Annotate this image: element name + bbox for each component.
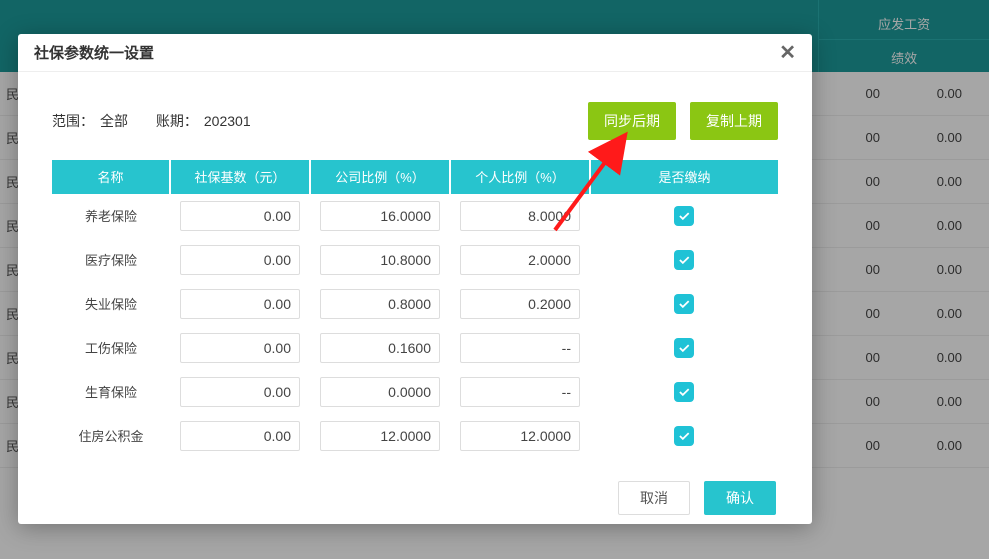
th-company: 公司比例（%） [310,160,450,194]
copy-prev-button[interactable]: 复制上期 [690,102,778,140]
modal-footer: 取消 确认 [18,472,812,524]
person-rate-input[interactable] [460,377,580,407]
base-input[interactable] [180,245,300,275]
company-rate-input[interactable] [320,421,440,451]
cancel-button[interactable]: 取消 [618,481,690,515]
company-rate-input[interactable] [320,201,440,231]
settings-table: 名称 社保基数（元） 公司比例（%） 个人比例（%） 是否缴纳 养老保险医疗保险… [52,160,778,458]
row-name: 养老保险 [52,194,170,238]
company-rate-input[interactable] [320,377,440,407]
enabled-checkbox[interactable] [674,426,694,446]
th-enabled: 是否缴纳 [590,160,778,194]
company-rate-input[interactable] [320,245,440,275]
base-input[interactable] [180,289,300,319]
close-icon[interactable]: ✕ [779,40,796,65]
table-row: 失业保险 [52,282,778,326]
modal-toolbar: 范围： 全部 账期： 202301 同步后期 复制上期 [52,102,778,140]
sync-later-button[interactable]: 同步后期 [588,102,676,140]
enabled-checkbox[interactable] [674,206,694,226]
modal-header: 社保参数统一设置 ✕ [18,34,812,72]
table-row: 医疗保险 [52,238,778,282]
enabled-checkbox[interactable] [674,250,694,270]
base-input[interactable] [180,333,300,363]
table-row: 工伤保险 [52,326,778,370]
person-rate-input[interactable] [460,201,580,231]
row-name: 失业保险 [52,282,170,326]
person-rate-input[interactable] [460,421,580,451]
table-row: 养老保险 [52,194,778,238]
social-settings-modal: 社保参数统一设置 ✕ 范围： 全部 账期： 202301 同步后期 复制上期 名称 … [18,34,812,524]
row-name: 医疗保险 [52,238,170,282]
modal-title: 社保参数统一设置 [34,42,154,63]
base-input[interactable] [180,377,300,407]
period-value: 202301 [204,113,251,129]
person-rate-input[interactable] [460,333,580,363]
base-input[interactable] [180,421,300,451]
scope-label: 范围： [52,113,94,129]
th-person: 个人比例（%） [450,160,590,194]
period-label: 账期： [156,113,198,129]
confirm-button[interactable]: 确认 [704,481,776,515]
th-name: 名称 [52,160,170,194]
enabled-checkbox[interactable] [674,338,694,358]
th-base: 社保基数（元） [170,160,310,194]
company-rate-input[interactable] [320,333,440,363]
row-name: 生育保险 [52,370,170,414]
enabled-checkbox[interactable] [674,382,694,402]
scope-value: 全部 [100,113,128,129]
person-rate-input[interactable] [460,289,580,319]
person-rate-input[interactable] [460,245,580,275]
table-row: 住房公积金 [52,414,778,458]
row-name: 工伤保险 [52,326,170,370]
row-name: 住房公积金 [52,414,170,458]
enabled-checkbox[interactable] [674,294,694,314]
base-input[interactable] [180,201,300,231]
company-rate-input[interactable] [320,289,440,319]
table-row: 生育保险 [52,370,778,414]
